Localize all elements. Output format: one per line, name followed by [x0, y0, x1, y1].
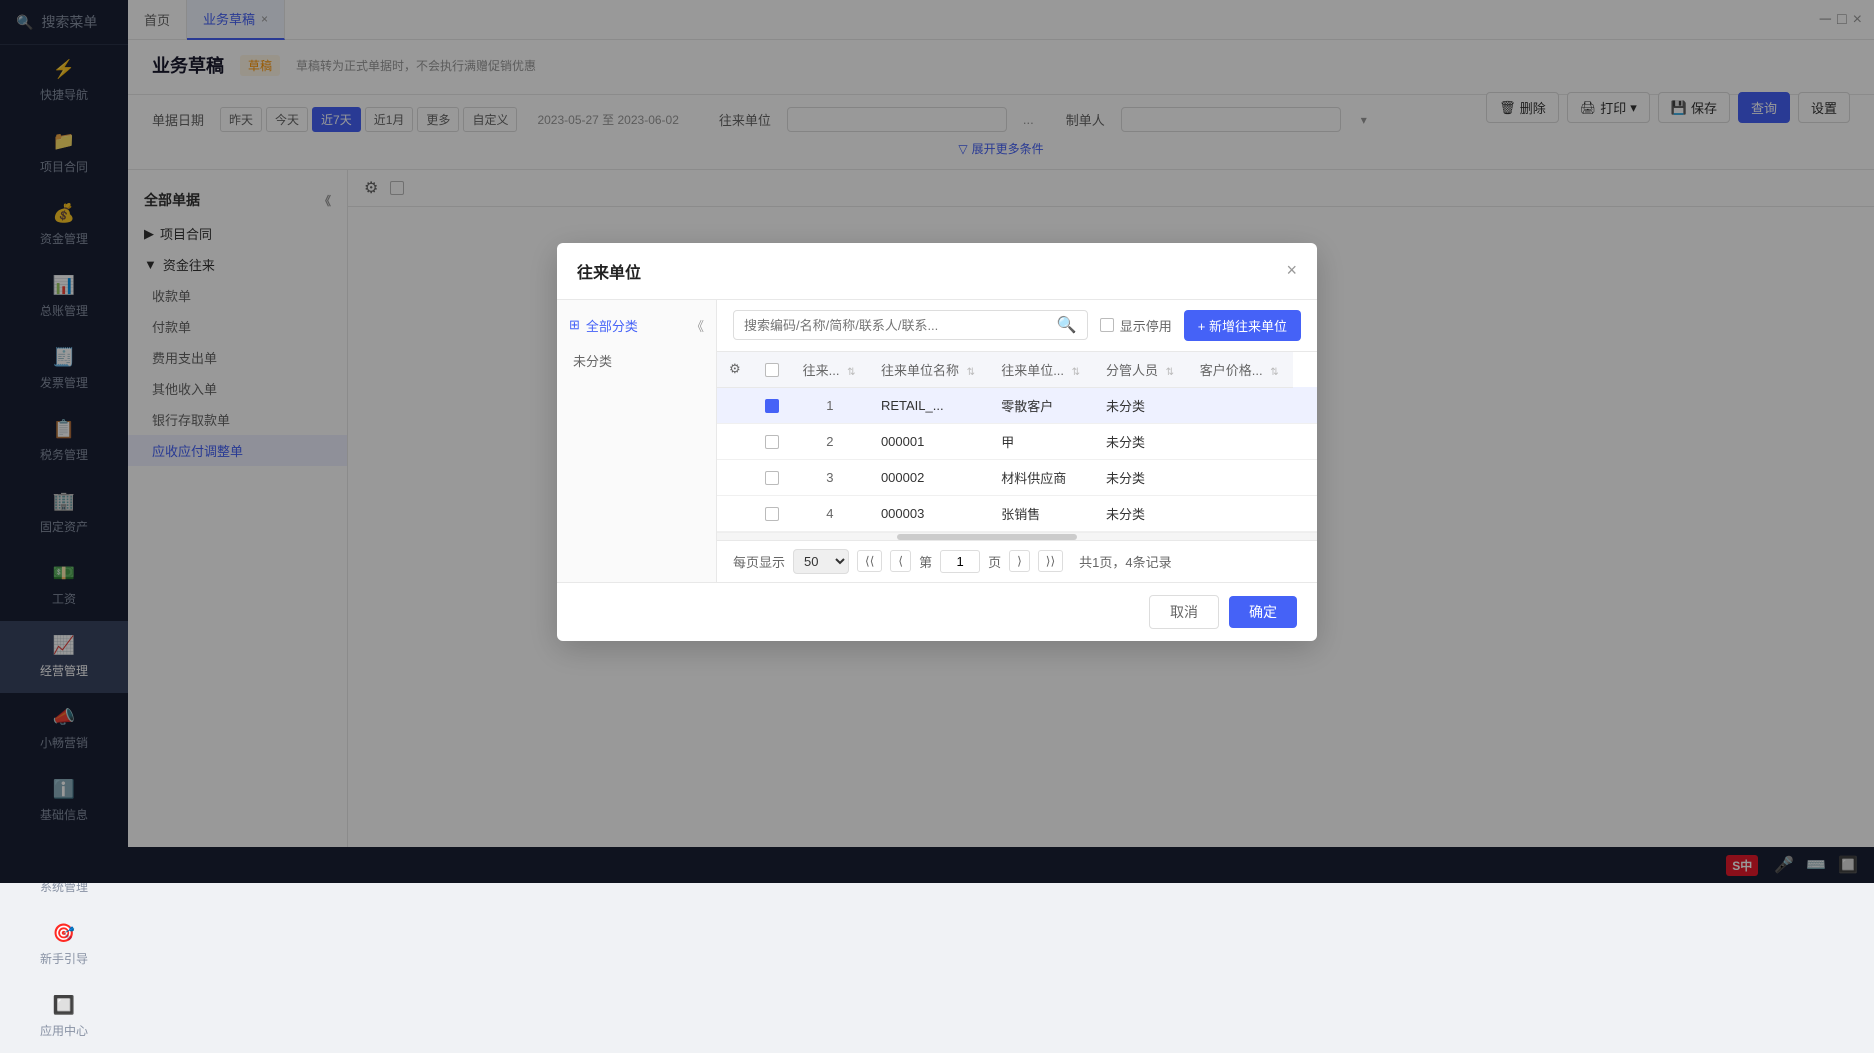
row-category-cell: 未分类: [1094, 387, 1188, 423]
page-size-select[interactable]: 50 100: [793, 549, 849, 574]
dialog-main: 🔍 显示停用 + 新增往来单位: [717, 300, 1317, 582]
row-index-cell: 2: [791, 423, 869, 459]
add-partner-button[interactable]: + 新增往来单位: [1184, 310, 1301, 341]
row-setting-cell: [717, 459, 753, 495]
search-icon: 🔍: [1057, 315, 1077, 335]
collapse-icon[interactable]: 《: [691, 316, 704, 335]
show-disabled-checkbox[interactable]: [1100, 318, 1114, 332]
page-first-btn[interactable]: ⟨⟨: [857, 550, 882, 572]
th-price[interactable]: 客户价格... ⇅: [1188, 352, 1293, 388]
sort-icon: ⇅: [847, 367, 855, 378]
row-name-cell: 张销售: [989, 495, 1094, 531]
sidebar-item-app-center[interactable]: 🔲 应用中心: [0, 981, 128, 1053]
row-category-cell: 未分类: [1094, 423, 1188, 459]
row-name-cell: 零散客户: [989, 387, 1094, 423]
dialog-close-btn[interactable]: ×: [1286, 260, 1297, 281]
confirm-button[interactable]: 确定: [1229, 596, 1297, 628]
dialog-sidebar-unclassified[interactable]: 未分类: [557, 343, 716, 378]
partner-dialog: 往来单位 × ⊞ 全部分类 《 未分类: [557, 243, 1317, 641]
row-manager-cell: [1188, 459, 1293, 495]
row-index-cell: 3: [791, 459, 869, 495]
row-index-cell: 4: [791, 495, 869, 531]
page-word: 第: [919, 552, 932, 571]
sidebar-item-label: 新手引导: [40, 950, 88, 967]
row-code-cell: 000001: [869, 423, 989, 459]
dialog-header: 往来单位 ×: [557, 243, 1317, 300]
dialog-all-category[interactable]: ⊞ 全部分类 《: [557, 308, 716, 343]
row-index-cell: 1: [791, 387, 869, 423]
page-next-btn[interactable]: ⟩: [1009, 550, 1030, 572]
dialog-title: 往来单位: [577, 259, 641, 283]
row-category-cell: 未分类: [1094, 495, 1188, 531]
gear-icon: ⚙: [729, 361, 741, 376]
row-code-cell: RETAIL_...: [869, 387, 989, 423]
select-all-dialog-checkbox[interactable]: [765, 363, 779, 377]
dialog-body: ⊞ 全部分类 《 未分类 🔍 显示停用: [557, 300, 1317, 582]
page-number-input[interactable]: [940, 550, 980, 573]
row-setting-cell: [717, 495, 753, 531]
show-disabled-option[interactable]: 显示停用: [1100, 316, 1172, 335]
table-row[interactable]: 4 000003 张销售 未分类: [717, 495, 1317, 531]
row-manager-cell: [1188, 423, 1293, 459]
total-label: 共1页，4条记录: [1079, 552, 1171, 571]
dialog-overlay: 往来单位 × ⊞ 全部分类 《 未分类: [0, 0, 1874, 883]
row-checkbox-cell[interactable]: [753, 495, 791, 531]
page-label: 页: [988, 552, 1001, 571]
th-name[interactable]: 往来单位名称 ⇅: [869, 352, 989, 388]
page-last-btn[interactable]: ⟩⟩: [1038, 550, 1063, 572]
table-row[interactable]: 1 RETAIL_... 零散客户 未分类: [717, 387, 1317, 423]
row-checkbox[interactable]: [765, 435, 779, 449]
cancel-button[interactable]: 取消: [1149, 595, 1219, 629]
row-category-cell: 未分类: [1094, 459, 1188, 495]
row-name-cell: 材料供应商: [989, 459, 1094, 495]
dialog-table-wrap: ⚙ 往来... ⇅ 往来单位名称: [717, 352, 1317, 532]
th-setting[interactable]: ⚙: [717, 352, 753, 388]
row-code-cell: 000002: [869, 459, 989, 495]
row-name-cell: 甲: [989, 423, 1094, 459]
app-center-icon: 🔲: [53, 995, 75, 1016]
sidebar-item-new-guide[interactable]: 🎯 新手引导: [0, 909, 128, 981]
row-manager-cell: [1188, 387, 1293, 423]
dialog-table: ⚙ 往来... ⇅ 往来单位名称: [717, 352, 1317, 532]
row-checkbox[interactable]: [765, 399, 779, 413]
sidebar-item-label: 应用中心: [40, 1022, 88, 1039]
row-setting-cell: [717, 387, 753, 423]
th-manager[interactable]: 分管人员 ⇅: [1094, 352, 1188, 388]
row-price-cell: [1293, 495, 1318, 531]
row-price-cell: [1293, 459, 1318, 495]
dialog-search-input[interactable]: [744, 318, 1051, 333]
row-checkbox-cell[interactable]: [753, 423, 791, 459]
row-code-cell: 000003: [869, 495, 989, 531]
dialog-scrollbar[interactable]: [717, 532, 1317, 540]
dialog-sidebar: ⊞ 全部分类 《 未分类: [557, 300, 717, 582]
row-setting-cell: [717, 423, 753, 459]
dialog-footer: 取消 确定: [557, 582, 1317, 641]
row-checkbox-cell[interactable]: [753, 459, 791, 495]
th-category[interactable]: 往来单位... ⇅: [989, 352, 1094, 388]
sort-icon: ⇅: [1270, 367, 1278, 378]
sort-icon: ⇅: [1166, 367, 1174, 378]
page-size-label: 每页显示: [733, 552, 785, 571]
table-row[interactable]: 3 000002 材料供应商 未分类: [717, 459, 1317, 495]
th-checkbox[interactable]: [753, 352, 791, 388]
dialog-pagination: 每页显示 50 100 ⟨⟨ ⟨ 第 页 ⟩ ⟩⟩ 共1页，4条记录: [717, 540, 1317, 582]
scrollbar-thumb[interactable]: [897, 534, 1077, 540]
dialog-search-box[interactable]: 🔍: [733, 310, 1088, 340]
page-prev-btn[interactable]: ⟨: [890, 550, 911, 572]
sort-icon: ⇅: [1072, 367, 1080, 378]
row-price-cell: [1293, 423, 1318, 459]
row-checkbox[interactable]: [765, 507, 779, 521]
row-manager-cell: [1188, 495, 1293, 531]
row-checkbox-cell[interactable]: [753, 387, 791, 423]
th-code[interactable]: 往来... ⇅: [791, 352, 869, 388]
row-checkbox[interactable]: [765, 471, 779, 485]
sort-icon: ⇅: [967, 367, 975, 378]
guide-icon: 🎯: [53, 923, 75, 944]
table-row[interactable]: 2 000001 甲 未分类: [717, 423, 1317, 459]
dialog-toolbar: 🔍 显示停用 + 新增往来单位: [717, 300, 1317, 352]
row-price-cell: [1293, 387, 1318, 423]
grid-icon: ⊞: [569, 317, 580, 333]
